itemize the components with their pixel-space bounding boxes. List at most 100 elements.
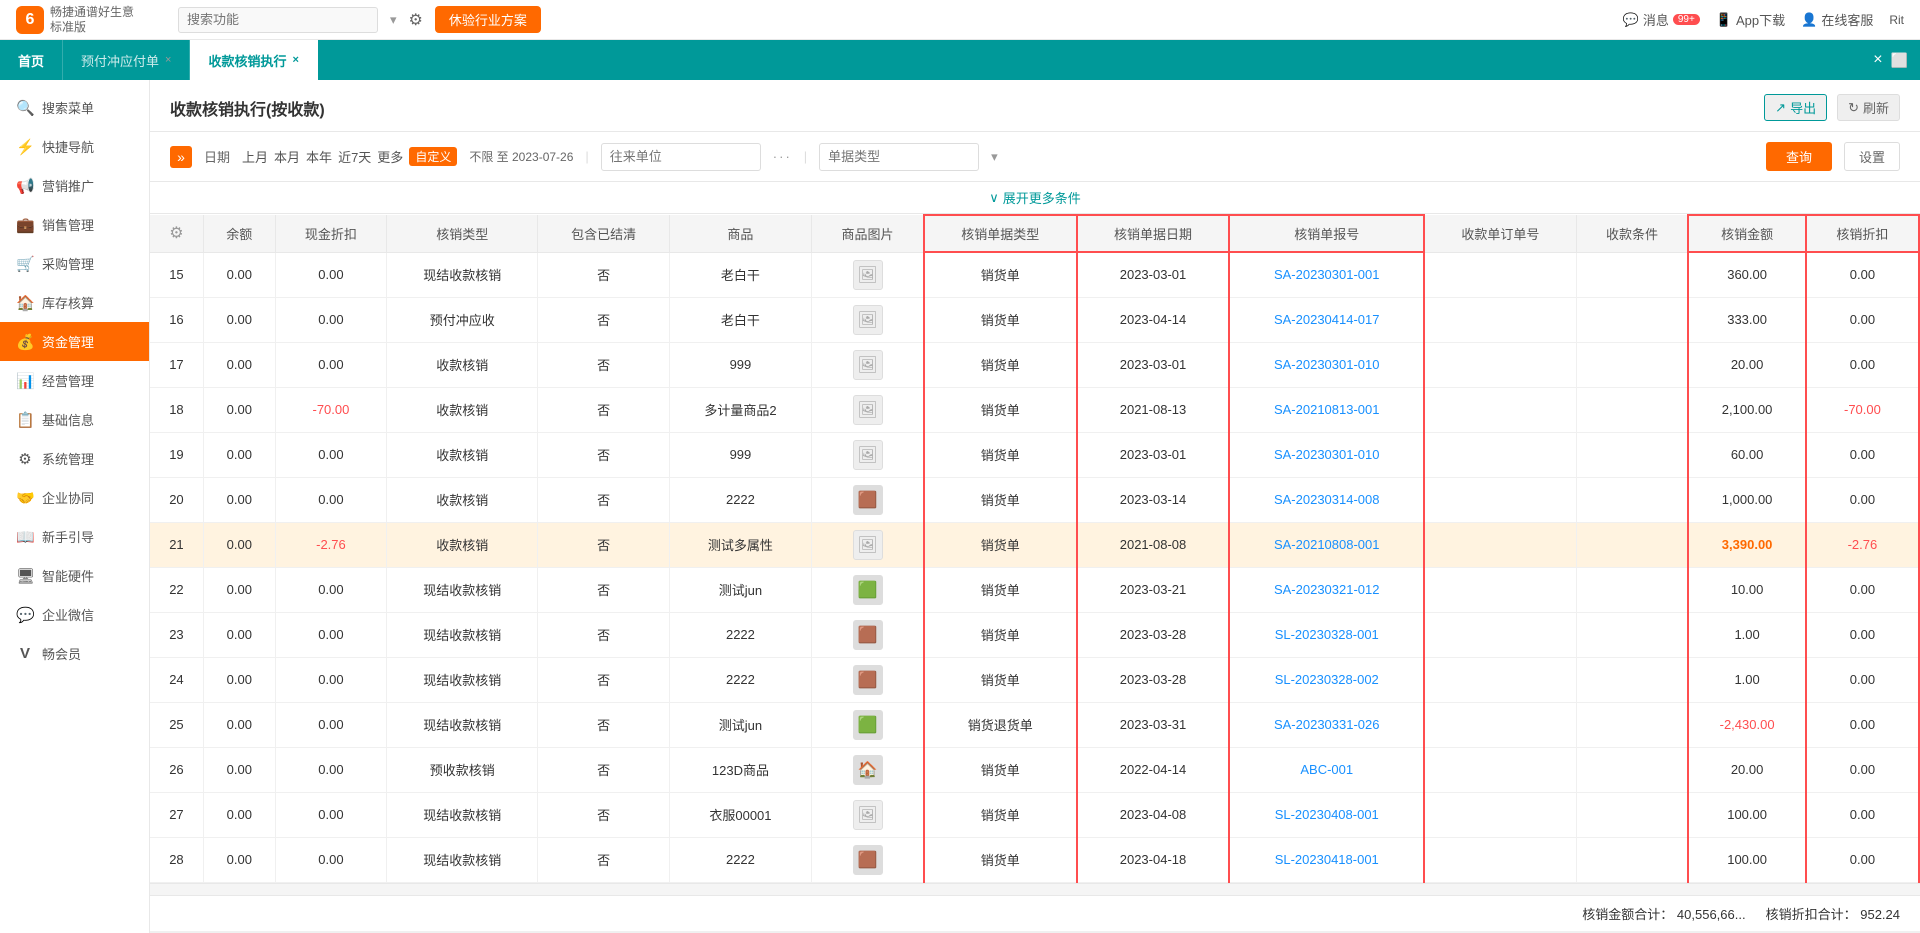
query-btn[interactable]: 查询 — [1766, 142, 1832, 171]
sidebar-item-finance[interactable]: 💰 资金管理 — [0, 322, 149, 361]
tab-prepay[interactable]: 预付冲应付单 × — [63, 40, 190, 80]
doc-type-input[interactable] — [819, 143, 979, 171]
online-service-btn[interactable]: 👤 在线客服 — [1801, 10, 1873, 29]
cell-bill-type: 销货单 — [924, 342, 1077, 387]
industry-btn[interactable]: 休验行业方案 — [435, 6, 541, 33]
settings-icon[interactable]: ⚙ — [409, 10, 423, 30]
col-settled-header: 包含已结清 — [538, 215, 669, 252]
col-receipt-cond-header: 收款条件 — [1576, 215, 1688, 252]
product-img-placeholder: 🖼 — [853, 305, 883, 335]
cell-writeoff-type: 现结收款核销 — [387, 252, 538, 297]
close-window-icon[interactable]: × — [1873, 51, 1882, 69]
doc-type-dropdown-icon[interactable]: ▾ — [991, 149, 998, 165]
bill-no-link[interactable]: ABC-001 — [1300, 762, 1353, 777]
cell-balance: 0.00 — [203, 747, 275, 792]
product-img-placeholder: 🟩 — [853, 710, 883, 740]
sidebar: 🔍 搜索菜单 ⚡ 快捷导航 📢 营销推广 💼 销售管理 🛒 采购管理 🏠 库存核… — [0, 80, 150, 933]
expand-more-btn[interactable]: ∨ 展开更多条件 — [989, 188, 1081, 207]
bill-no-link[interactable]: SA-20230321-012 — [1274, 582, 1380, 597]
cell-id: 21 — [150, 522, 203, 567]
search-icon: 🔍 — [16, 99, 34, 117]
bill-no-link[interactable]: SA-20210808-001 — [1274, 537, 1380, 552]
cell-bill-no: SA-20230301-001 — [1229, 252, 1424, 297]
sidebar-item-member[interactable]: V 畅会员 — [0, 634, 149, 673]
cell-writeoff-amount: 100.00 — [1688, 792, 1805, 837]
date-this-year[interactable]: 本年 — [306, 147, 332, 166]
sidebar-item-guide[interactable]: 📖 新手引导 — [0, 517, 149, 556]
sidebar-item-wechat[interactable]: 💬 企业微信 — [0, 595, 149, 634]
collab-icon: 🤝 — [16, 489, 34, 507]
bill-no-link[interactable]: SA-20230414-017 — [1274, 312, 1380, 327]
cell-bill-type: 销货单 — [924, 297, 1077, 342]
cell-bill-type: 销货单 — [924, 792, 1077, 837]
tab-prepay-close[interactable]: × — [165, 54, 171, 66]
sidebar-item-sales[interactable]: 💼 销售管理 — [0, 205, 149, 244]
setting-btn[interactable]: 设置 — [1844, 142, 1900, 171]
cell-writeoff-type: 收款核销 — [387, 432, 538, 477]
main-layout: 🔍 搜索菜单 ⚡ 快捷导航 📢 营销推广 💼 销售管理 🛒 采购管理 🏠 库存核… — [0, 80, 1920, 933]
bill-no-link[interactable]: SA-20230314-008 — [1274, 492, 1380, 507]
bill-no-link[interactable]: SA-20230301-010 — [1274, 357, 1380, 372]
date-7days[interactable]: 近7天 — [338, 147, 371, 166]
sidebar-item-marketing[interactable]: 📢 营销推广 — [0, 166, 149, 205]
cell-bill-date: 2023-04-14 — [1077, 297, 1230, 342]
bill-no-link[interactable]: SL-20230408-001 — [1275, 807, 1379, 822]
cell-product: 测试jun — [669, 567, 811, 612]
tab-home[interactable]: 首页 — [0, 40, 63, 80]
header-actions: ↗ 导出 ↻ 刷新 — [1764, 94, 1900, 121]
app-download-btn[interactable]: 📱 App下载 — [1716, 10, 1785, 29]
date-custom[interactable]: 自定义 — [409, 147, 457, 166]
bill-no-link[interactable]: SL-20230418-001 — [1275, 852, 1379, 867]
sidebar-item-inventory[interactable]: 🏠 库存核算 — [0, 283, 149, 322]
date-this-month[interactable]: 本月 — [274, 147, 300, 166]
cell-writeoff-type: 收款核销 — [387, 522, 538, 567]
cell-settled: 否 — [538, 252, 669, 297]
sidebar-item-quicknav[interactable]: ⚡ 快捷导航 — [0, 127, 149, 166]
sidebar-item-label: 企业微信 — [42, 605, 94, 624]
cell-writeoff-amount: 1.00 — [1688, 612, 1805, 657]
partner-input[interactable] — [601, 143, 761, 171]
dropdown-arrow-icon[interactable]: ▾ — [390, 12, 397, 28]
sidebar-item-purchase[interactable]: 🛒 采购管理 — [0, 244, 149, 283]
expand-btn[interactable]: » — [170, 146, 192, 168]
cell-writeoff-discount: 0.00 — [1806, 477, 1919, 522]
bill-no-link[interactable]: SA-20210813-001 — [1274, 402, 1380, 417]
bill-no-link[interactable]: SL-20230328-002 — [1275, 672, 1379, 687]
cell-settled: 否 — [538, 432, 669, 477]
sidebar-item-collab[interactable]: 🤝 企业协同 — [0, 478, 149, 517]
product-img-placeholder: 🖼 — [853, 800, 883, 830]
maximize-icon[interactable]: ⬜ — [1891, 52, 1908, 69]
cell-receipt-cond — [1576, 522, 1688, 567]
cell-bill-date: 2023-04-08 — [1077, 792, 1230, 837]
sidebar-item-search[interactable]: 🔍 搜索菜单 — [0, 88, 149, 127]
date-last-month[interactable]: 上月 — [242, 147, 268, 166]
sidebar-item-operations[interactable]: 📊 经营管理 — [0, 361, 149, 400]
top-search-input[interactable] — [178, 7, 378, 33]
cell-receipt-cond — [1576, 567, 1688, 612]
top-bar: 6 畅捷通谱好生意标准版 ▾ ⚙ 休验行业方案 💬 消息 99+ 📱 App下载… — [0, 0, 1920, 40]
tab-writeoff[interactable]: 收款核销执行 × — [190, 40, 317, 80]
cell-bill-no: SL-20230328-001 — [1229, 612, 1424, 657]
date-more[interactable]: 更多 — [377, 147, 403, 166]
col-product-img-header: 商品图片 — [812, 215, 924, 252]
bill-no-link[interactable]: SA-20230301-001 — [1274, 267, 1380, 282]
sidebar-item-hardware[interactable]: 🖥 智能硬件 — [0, 556, 149, 595]
col-balance-header: 余额 — [203, 215, 275, 252]
bill-no-link[interactable]: SL-20230328-001 — [1275, 627, 1379, 642]
sidebar-item-system[interactable]: ⚙ 系统管理 — [0, 439, 149, 478]
tab-home-label: 首页 — [18, 51, 44, 70]
cell-bill-type: 销货单 — [924, 567, 1077, 612]
product-img-placeholder: 🖼 — [853, 440, 883, 470]
export-btn[interactable]: ↗ 导出 — [1764, 94, 1827, 121]
cell-id: 25 — [150, 702, 203, 747]
refresh-btn[interactable]: ↻ 刷新 — [1837, 94, 1900, 121]
bill-no-link[interactable]: SA-20230331-026 — [1274, 717, 1380, 732]
tab-writeoff-close[interactable]: × — [292, 54, 298, 66]
col-settings-header[interactable]: ⚙ — [150, 215, 203, 252]
sidebar-item-basic-info[interactable]: 📋 基础信息 — [0, 400, 149, 439]
col-writeoff-discount-header: 核销折扣 — [1806, 215, 1919, 252]
cell-receipt-cond — [1576, 792, 1688, 837]
messages-btn[interactable]: 💬 消息 99+ — [1623, 10, 1700, 29]
bill-no-link[interactable]: SA-20230301-010 — [1274, 447, 1380, 462]
sidebar-item-label: 企业协同 — [42, 488, 94, 507]
